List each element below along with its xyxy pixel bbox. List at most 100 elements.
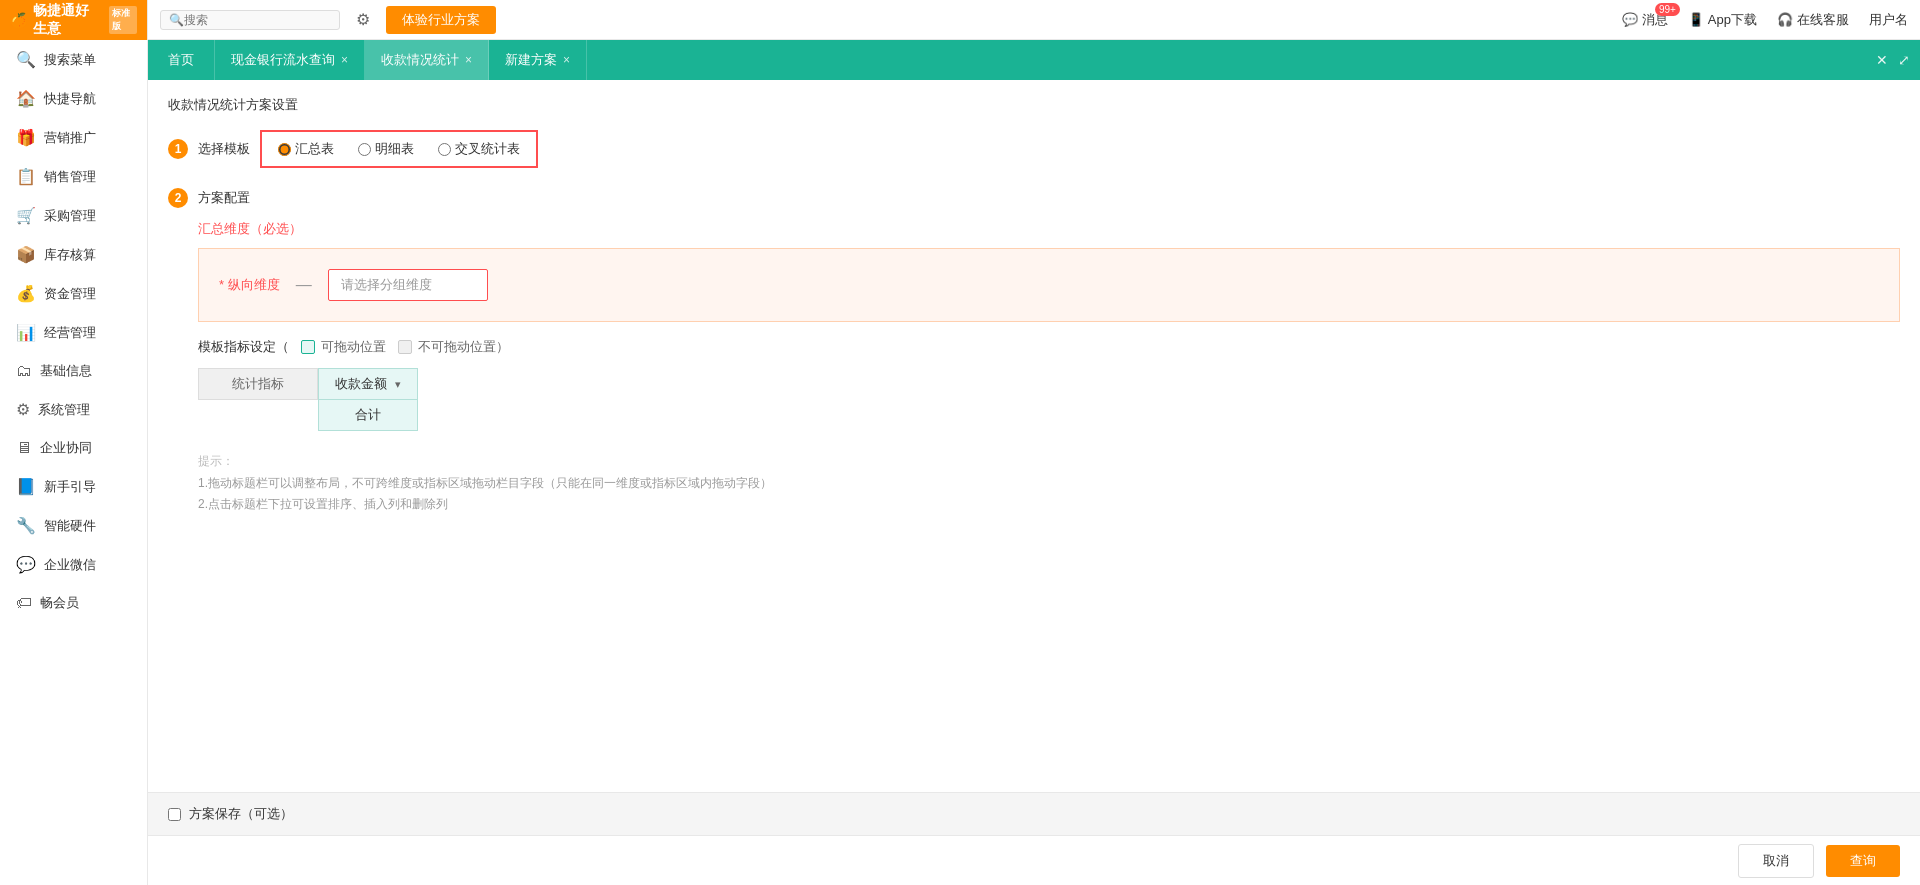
query-button[interactable]: 查询 (1826, 845, 1900, 877)
message-icon: 💬 (1622, 12, 1638, 27)
close-all-icon[interactable]: ✕ (1876, 52, 1888, 68)
message-button[interactable]: 💬 消息 99+ (1622, 11, 1668, 29)
service-label: 在线客服 (1797, 11, 1849, 29)
draggable-legend-box (301, 340, 315, 354)
radio-summary-input[interactable] (278, 143, 291, 156)
tab-home[interactable]: 首页 (148, 40, 215, 80)
sidebar-member-label: 畅会员 (40, 594, 79, 612)
sidebar: 🍊 畅捷通好生意 标准版 🔍搜索菜单🏠快捷导航🎁营销推广📋销售管理 🛒 采购管理 📦 库… (0, 0, 148, 885)
logo-badge: 标准版 (109, 6, 137, 34)
gear-icon[interactable]: ⚙ (356, 10, 370, 29)
sidebar-item-system[interactable]: ⚙系统管理 (0, 390, 147, 429)
radio-summary-label: 汇总表 (295, 140, 334, 158)
service-button[interactable]: 🎧 在线客服 (1777, 11, 1849, 29)
save-checkbox[interactable] (168, 808, 181, 821)
sidebar-enterprise-label: 企业协同 (40, 439, 92, 457)
sidebar-basic-icon: 🗂 (16, 362, 32, 380)
metrics-row-total: 合计 (318, 400, 418, 431)
sidebar-basic-label: 基础信息 (40, 362, 92, 380)
sidebar-inventory-label: 库存核算 (44, 246, 96, 264)
metrics-label-text: 模板指标设定（ (198, 338, 289, 356)
radio-cross-input[interactable] (438, 143, 451, 156)
trial-button[interactable]: 体验行业方案 (386, 6, 496, 34)
dimension-row: * 纵向维度 — 请选择分组维度 (219, 269, 1879, 301)
metrics-col-dropdown-icon[interactable]: ▾ (395, 378, 401, 391)
sidebar-purchase-label: 采购管理 (44, 207, 96, 225)
sidebar-item-member[interactable]: 🏷畅会员 (0, 584, 147, 622)
radio-detail-input[interactable] (358, 143, 371, 156)
download-button[interactable]: 📱 App下载 (1688, 11, 1757, 29)
sidebar-item-inventory[interactable]: 📦 库存核算 (0, 235, 147, 274)
sidebar-item-search[interactable]: 🔍搜索菜单 (0, 40, 147, 79)
tabbar-right: ✕ ⤢ (1866, 52, 1920, 68)
sidebar-logo: 🍊 畅捷通好生意 标准版 (0, 0, 147, 40)
sidebar-finance-icon: 💰 (16, 284, 36, 303)
sidebar-item-marketing[interactable]: 🎁营销推广 (0, 118, 147, 157)
tab-new-plan-label: 新建方案 (505, 51, 557, 69)
sidebar-guide-label: 新手引导 (44, 478, 96, 496)
sidebar-item-guide[interactable]: 📘新手引导 (0, 467, 147, 506)
non-draggable-legend: 不可拖动位置） (398, 338, 509, 356)
content-area: 收款情况统计方案设置 1 选择模板 汇总表 明细表 (148, 80, 1920, 835)
step1-title: 选择模板 (198, 140, 250, 158)
maximize-icon[interactable]: ⤢ (1898, 52, 1910, 68)
tips-section: 提示： 1.拖动标题栏可以调整布局，不可跨维度或指标区域拖动栏目字段（只能在同一… (198, 451, 1900, 516)
dimension-selector[interactable]: 请选择分组维度 (328, 269, 488, 301)
sidebar-finance-label: 资金管理 (44, 285, 96, 303)
dimension-section-label: 汇总维度（必选） (198, 220, 1900, 238)
template-selector: 汇总表 明细表 交叉统计表 (260, 130, 538, 168)
sidebar-item-sales[interactable]: 📋销售管理 (0, 157, 147, 196)
draggable-legend-label: 可拖动位置 (321, 338, 386, 356)
tab-new-plan[interactable]: 新建方案 × (489, 40, 587, 80)
sidebar-marketing-icon: 🎁 (16, 128, 36, 147)
tab-collection-stat-close[interactable]: × (465, 53, 472, 67)
metrics-table: 收款金额 ▾ 合计 (318, 368, 418, 431)
radio-summary[interactable]: 汇总表 (278, 140, 334, 158)
logo-icon: 🍊 (10, 12, 27, 28)
vertical-dim-label: * 纵向维度 (219, 276, 280, 294)
tab-bank-flow-label: 现金银行流水查询 (231, 51, 335, 69)
metrics-section-label: 统计指标 (198, 368, 318, 400)
download-icon: 📱 (1688, 12, 1704, 27)
step2-num: 2 (168, 188, 188, 208)
download-label: App下载 (1708, 11, 1757, 29)
radio-cross-label: 交叉统计表 (455, 140, 520, 158)
dimension-placeholder: 请选择分组维度 (341, 277, 432, 292)
sidebar-purchase-icon: 🛒 (16, 206, 36, 225)
sidebar-inventory-icon: 📦 (16, 245, 36, 264)
sidebar-item-basic[interactable]: 🗂 基础信息 (0, 352, 147, 390)
dimension-label-text: 汇总维度（必选） (198, 221, 302, 236)
non-draggable-legend-label: 不可拖动位置） (418, 338, 509, 356)
radio-cross[interactable]: 交叉统计表 (438, 140, 520, 158)
tab-new-plan-close[interactable]: × (563, 53, 570, 67)
tab-bank-flow-close[interactable]: × (341, 53, 348, 67)
metrics-col-header[interactable]: 收款金额 ▾ (318, 368, 418, 400)
sidebar-item-hardware[interactable]: 🔧智能硬件 (0, 506, 147, 545)
tips-title: 提示： (198, 454, 234, 468)
step1-section: 1 选择模板 汇总表 明细表 交叉统计表 (168, 130, 1900, 168)
cancel-button[interactable]: 取消 (1738, 844, 1814, 878)
sidebar-item-purchase[interactable]: 🛒 采购管理 (0, 196, 147, 235)
step1-header: 1 选择模板 汇总表 明细表 交叉统计表 (168, 130, 1900, 168)
radio-detail[interactable]: 明细表 (358, 140, 414, 158)
sidebar-item-finance[interactable]: 💰 资金管理 (0, 274, 147, 313)
footer-bar: 取消 查询 (148, 835, 1920, 885)
tab-bank-flow[interactable]: 现金银行流水查询 × (215, 40, 365, 80)
save-section: 方案保存（可选） (148, 792, 1920, 835)
tab-collection-stat[interactable]: 收款情况统计 × (365, 40, 489, 80)
metrics-row-total-label: 合计 (355, 407, 381, 422)
sidebar-item-wechat[interactable]: 💬企业微信 (0, 545, 147, 584)
service-icon: 🎧 (1777, 12, 1793, 27)
search-box[interactable]: 🔍 (160, 10, 340, 30)
message-badge: 99+ (1655, 3, 1680, 16)
sidebar-item-management[interactable]: 📊经营管理 (0, 313, 147, 352)
sidebar-item-enterprise[interactable]: 🖥 企业协同 (0, 429, 147, 467)
sidebar-item-quick-nav[interactable]: 🏠快捷导航 (0, 79, 147, 118)
tip-item-1: 2.点击标题栏下拉可设置排序、插入列和删除列 (198, 494, 1900, 516)
topbar-right: 💬 消息 99+ 📱 App下载 🎧 在线客服 用户名 (1622, 11, 1908, 29)
search-input[interactable] (184, 13, 324, 27)
logo-name: 畅捷通好生意 (33, 2, 103, 38)
sidebar-sales-label: 销售管理 (44, 168, 96, 186)
tab-collection-stat-label: 收款情况统计 (381, 51, 459, 69)
sidebar-enterprise-icon: 🖥 (16, 439, 32, 457)
